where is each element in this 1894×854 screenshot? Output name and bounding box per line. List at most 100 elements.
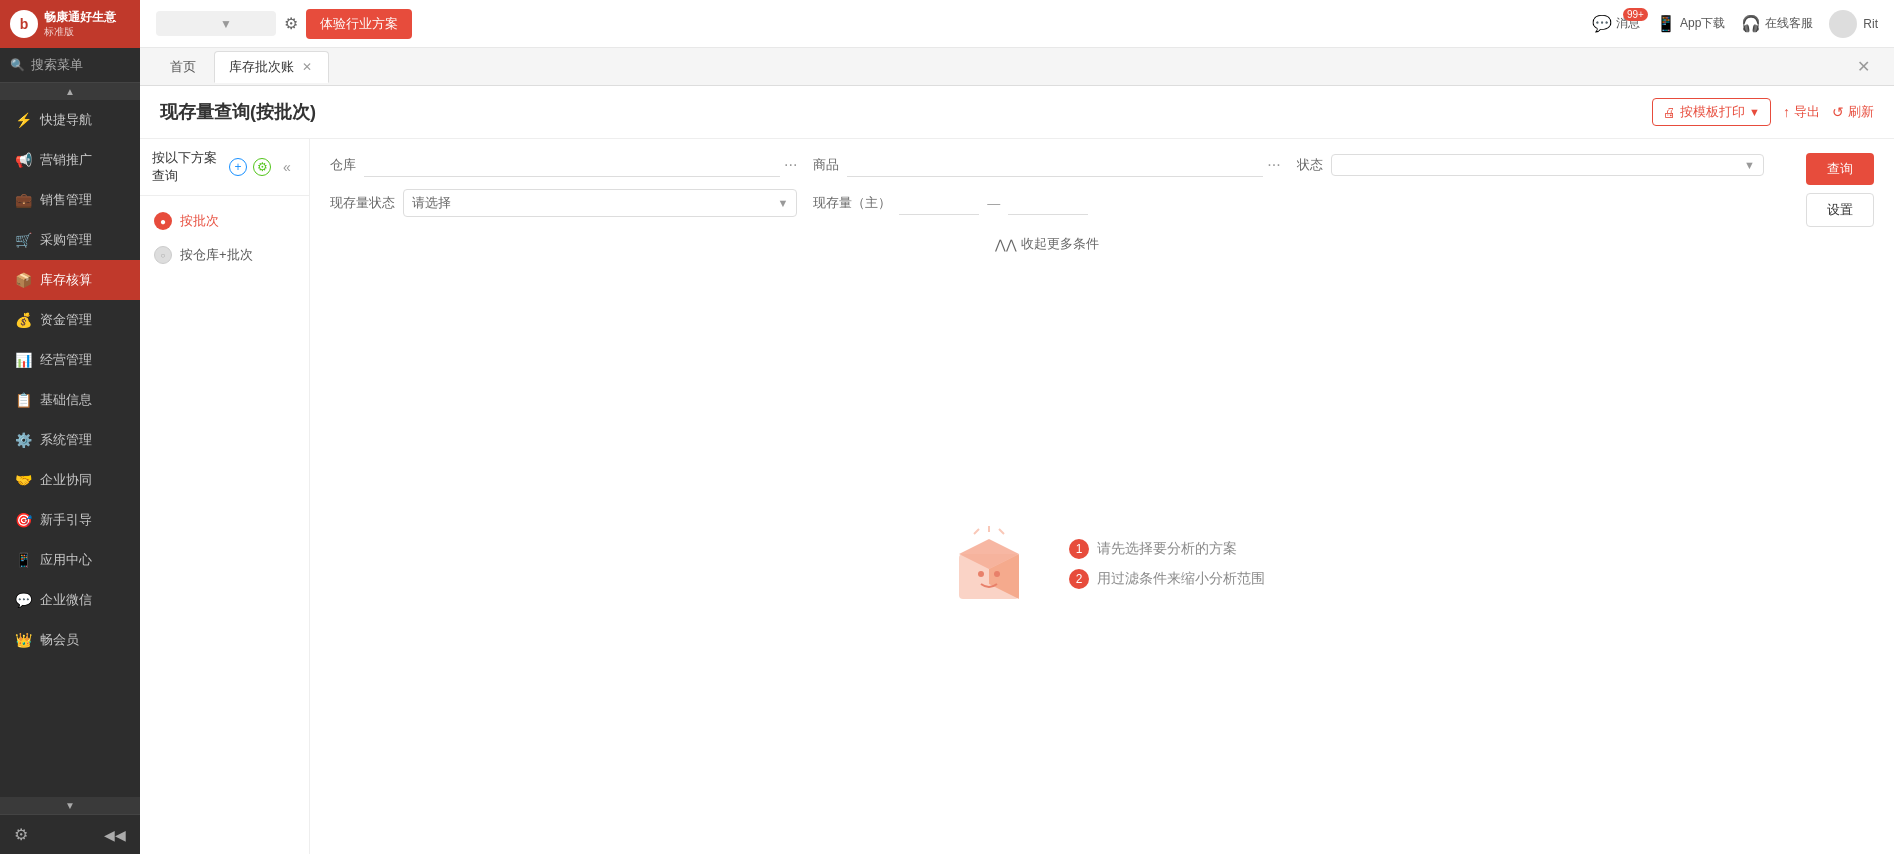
- operations-icon: 📊: [14, 351, 32, 369]
- sales-icon: 💼: [14, 191, 32, 209]
- menu-label: 系统管理: [40, 431, 92, 449]
- product-filter-dots[interactable]: ···: [1267, 156, 1280, 174]
- sidebar-item-finance[interactable]: 💰 资金管理: [0, 300, 140, 340]
- breadcrumb-input[interactable]: ▼: [156, 11, 276, 36]
- scheme-label: 按仓库+批次: [180, 246, 253, 264]
- svg-line-7: [999, 529, 1004, 534]
- scheme-item-by-batch[interactable]: ● 按批次: [140, 204, 309, 238]
- sidebar-item-newbie-guide[interactable]: 🎯 新手引导: [0, 500, 140, 540]
- refresh-button[interactable]: ↺ 刷新: [1832, 103, 1874, 121]
- inv-qty-from-input[interactable]: [899, 191, 979, 215]
- inv-qty-to-input[interactable]: [1008, 191, 1088, 215]
- sidebar-item-basic-info[interactable]: 📋 基础信息: [0, 380, 140, 420]
- app-version: 标准版: [44, 25, 116, 38]
- tab-home-label: 首页: [170, 58, 196, 76]
- export-icon: ↑: [1783, 104, 1790, 120]
- content-area: 按以下方案查询 + ⚙ « ● 按批次 ○ 按仓库+批次: [140, 139, 1894, 854]
- filter-row-1: 仓库 ··· 商品 ··· 状态: [330, 153, 1764, 177]
- tab-home[interactable]: 首页: [156, 52, 210, 82]
- export-label: 导出: [1794, 103, 1820, 121]
- user-name: Rit: [1863, 17, 1878, 31]
- add-scheme-button[interactable]: +: [229, 158, 247, 176]
- tip-text-2: 用过滤条件来缩小分析范围: [1097, 570, 1265, 588]
- sidebar-item-quick-nav[interactable]: ⚡ 快捷导航: [0, 100, 140, 140]
- topbar-gear-icon[interactable]: ⚙: [284, 14, 298, 33]
- sidebar-header: b 畅康通好生意 标准版: [0, 0, 140, 48]
- breadcrumb-text: [166, 15, 214, 32]
- menu-label: 企业微信: [40, 591, 92, 609]
- tab-close-icon[interactable]: ✕: [300, 60, 314, 74]
- sidebar-item-purchase[interactable]: 🛒 采购管理: [0, 220, 140, 260]
- topbar-left: ▼ ⚙ 体验行业方案: [156, 9, 1582, 39]
- trial-button[interactable]: 体验行业方案: [306, 9, 412, 39]
- inv-status-label: 现存量状态: [330, 194, 395, 212]
- app-download-button[interactable]: 📱 App下载: [1656, 14, 1725, 33]
- query-button[interactable]: 查询: [1806, 153, 1874, 185]
- warehouse-filter-input[interactable]: [364, 153, 780, 177]
- inventory-icon: 📦: [14, 271, 32, 289]
- app-download-icon: 📱: [1656, 14, 1676, 33]
- page-actions: 🖨 按模板打印 ▼ ↑ 导出 ↺ 刷新: [1652, 98, 1874, 126]
- scheme-item-by-warehouse-batch[interactable]: ○ 按仓库+批次: [140, 238, 309, 272]
- newbie-guide-icon: 🎯: [14, 511, 32, 529]
- finance-icon: 💰: [14, 311, 32, 329]
- warehouse-filter-dots[interactable]: ···: [784, 156, 797, 174]
- menu-label: 销售管理: [40, 191, 92, 209]
- breadcrumb-dropdown-icon[interactable]: ▼: [220, 17, 232, 31]
- tab-bar-close-button[interactable]: ✕: [1849, 57, 1878, 76]
- sidebar-item-sales[interactable]: 💼 销售管理: [0, 180, 140, 220]
- collapse-conditions-button[interactable]: ⋀⋀ 收起更多条件: [330, 229, 1764, 259]
- export-button[interactable]: ↑ 导出: [1783, 103, 1820, 121]
- sidebar-item-operations[interactable]: 📊 经营管理: [0, 340, 140, 380]
- basic-info-icon: 📋: [14, 391, 32, 409]
- template-print-button[interactable]: 🖨 按模板打印 ▼: [1652, 98, 1771, 126]
- app-center-icon: 📱: [14, 551, 32, 569]
- service-button[interactable]: 🎧 在线客服: [1741, 14, 1813, 33]
- sidebar-item-enterprise-wechat[interactable]: 💬 企业微信: [0, 580, 140, 620]
- tab-inventory-batch[interactable]: 库存批次账 ✕: [214, 51, 329, 83]
- tip-num-2: 2: [1069, 569, 1089, 589]
- scheme-list: ● 按批次 ○ 按仓库+批次: [140, 196, 309, 280]
- marketing-icon: 📢: [14, 151, 32, 169]
- search-menu-item[interactable]: 🔍 搜索菜单: [0, 48, 140, 83]
- messages-button[interactable]: 💬 消息 99+: [1592, 14, 1640, 33]
- product-filter-input[interactable]: [847, 153, 1263, 177]
- menu-label: 采购管理: [40, 231, 92, 249]
- sidebar-scroll-down[interactable]: ▼: [0, 797, 140, 814]
- purchase-icon: 🛒: [14, 231, 32, 249]
- filter-product-group: 商品 ···: [813, 153, 1280, 177]
- action-buttons: 查询 设置: [1806, 153, 1874, 227]
- sidebar-item-enterprise-collab[interactable]: 🤝 企业协同: [0, 460, 140, 500]
- main-content: ▼ ⚙ 体验行业方案 💬 消息 99+ 📱 App下载 🎧 在线客服 Rit: [140, 0, 1894, 854]
- scheme-settings-button[interactable]: ⚙: [253, 158, 271, 176]
- sidebar-collapse-button[interactable]: ◀◀: [104, 827, 126, 843]
- collapse-conditions-label: 收起更多条件: [1021, 235, 1099, 253]
- search-icon: 🔍: [10, 58, 25, 72]
- inv-qty-range: —: [899, 191, 1280, 215]
- status-filter-select[interactable]: ▼: [1331, 154, 1764, 176]
- user-info[interactable]: Rit: [1829, 10, 1878, 38]
- sidebar-item-system[interactable]: ⚙️ 系统管理: [0, 420, 140, 460]
- sidebar-gear-button[interactable]: ⚙: [14, 825, 28, 844]
- left-panel: 按以下方案查询 + ⚙ « ● 按批次 ○ 按仓库+批次: [140, 139, 310, 854]
- app-logo: b: [10, 10, 38, 38]
- menu-label: 经营管理: [40, 351, 92, 369]
- logo-char: b: [20, 16, 29, 32]
- page-title: 现存量查询(按批次): [160, 100, 316, 124]
- sidebar-item-marketing[interactable]: 📢 营销推广: [0, 140, 140, 180]
- service-label: 在线客服: [1765, 15, 1813, 32]
- collapse-panel-button[interactable]: «: [277, 157, 297, 177]
- print-dropdown-icon[interactable]: ▼: [1749, 106, 1760, 118]
- sidebar-item-inventory[interactable]: 📦 库存核算: [0, 260, 140, 300]
- sidebar-scroll-up[interactable]: ▲: [0, 83, 140, 100]
- inv-qty-label: 现存量（主）: [813, 194, 891, 212]
- settings-button[interactable]: 设置: [1806, 193, 1874, 227]
- filter-warehouse-group: 仓库 ···: [330, 153, 797, 177]
- empty-content: 1 请先选择要分析的方案 2 用过滤条件来缩小分析范围: [939, 514, 1265, 614]
- inv-status-select[interactable]: 请选择 ▼: [403, 189, 797, 217]
- sidebar-item-member[interactable]: 👑 畅会员: [0, 620, 140, 660]
- system-icon: ⚙️: [14, 431, 32, 449]
- sidebar-menu: ⚡ 快捷导航 📢 营销推广 💼 销售管理 🛒 采购管理 📦 库存核算 💰 资金管…: [0, 100, 140, 797]
- tab-inventory-batch-label: 库存批次账: [229, 58, 294, 76]
- sidebar-item-app-center[interactable]: 📱 应用中心: [0, 540, 140, 580]
